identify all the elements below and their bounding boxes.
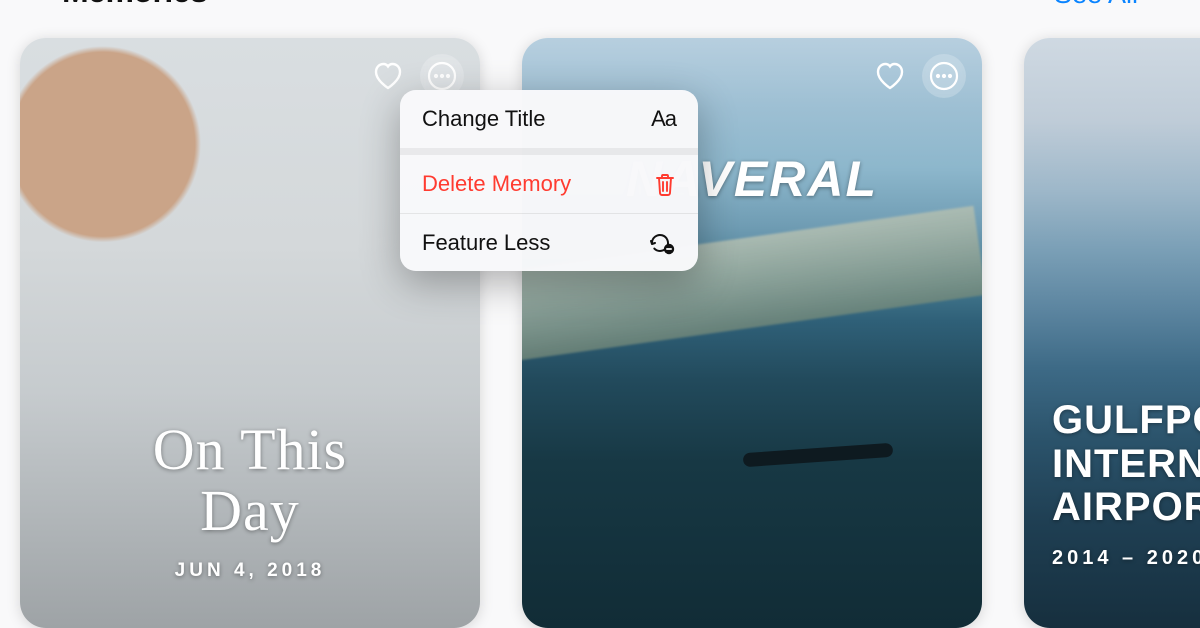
- context-menu: Change Title Aa Delete Memory Feature Le…: [400, 90, 698, 271]
- section-header: Memories See All: [0, 0, 1200, 10]
- memory-title-line: GULFPORT: [1052, 399, 1200, 442]
- trash-icon: [654, 172, 676, 196]
- menu-item-feature-less[interactable]: Feature Less: [400, 213, 698, 271]
- memory-subtitle: JUN 4, 2018: [20, 560, 480, 582]
- card-actions: [868, 54, 966, 98]
- menu-item-label: Delete Memory: [422, 171, 571, 197]
- memory-subtitle: 2014 – 2020: [1052, 547, 1200, 570]
- more-button[interactable]: [922, 54, 966, 98]
- menu-item-label: Feature Less: [422, 230, 550, 256]
- heart-icon: [373, 62, 403, 90]
- memory-title-line: On This: [20, 420, 480, 481]
- memory-title-line: Day: [20, 481, 480, 542]
- decorative-jetty: [742, 443, 893, 467]
- menu-separator: [400, 148, 698, 155]
- memory-title-line: INTERNAT: [1052, 443, 1200, 486]
- memory-title-line: AIRPORT: [1052, 486, 1200, 529]
- memory-title-block: GULFPORT INTERNAT AIRPORT 2014 – 2020: [1052, 399, 1200, 570]
- favorite-button[interactable]: [366, 54, 410, 98]
- memory-title-block: On This Day JUN 4, 2018: [20, 420, 480, 582]
- memory-card[interactable]: GULFPORT INTERNAT AIRPORT 2014 – 2020: [1024, 38, 1200, 628]
- menu-item-label: Change Title: [422, 106, 546, 132]
- ellipsis-circle-icon: [427, 61, 457, 91]
- heart-icon: [875, 62, 905, 90]
- section-title: Memories: [62, 0, 207, 10]
- text-format-icon: Aa: [651, 106, 676, 132]
- menu-item-delete-memory[interactable]: Delete Memory: [400, 155, 698, 213]
- see-all-link[interactable]: See All: [1054, 0, 1138, 10]
- menu-item-change-title[interactable]: Change Title Aa: [400, 90, 698, 148]
- favorite-button[interactable]: [868, 54, 912, 98]
- ellipsis-circle-icon: [929, 61, 959, 91]
- feature-less-icon: [648, 231, 676, 255]
